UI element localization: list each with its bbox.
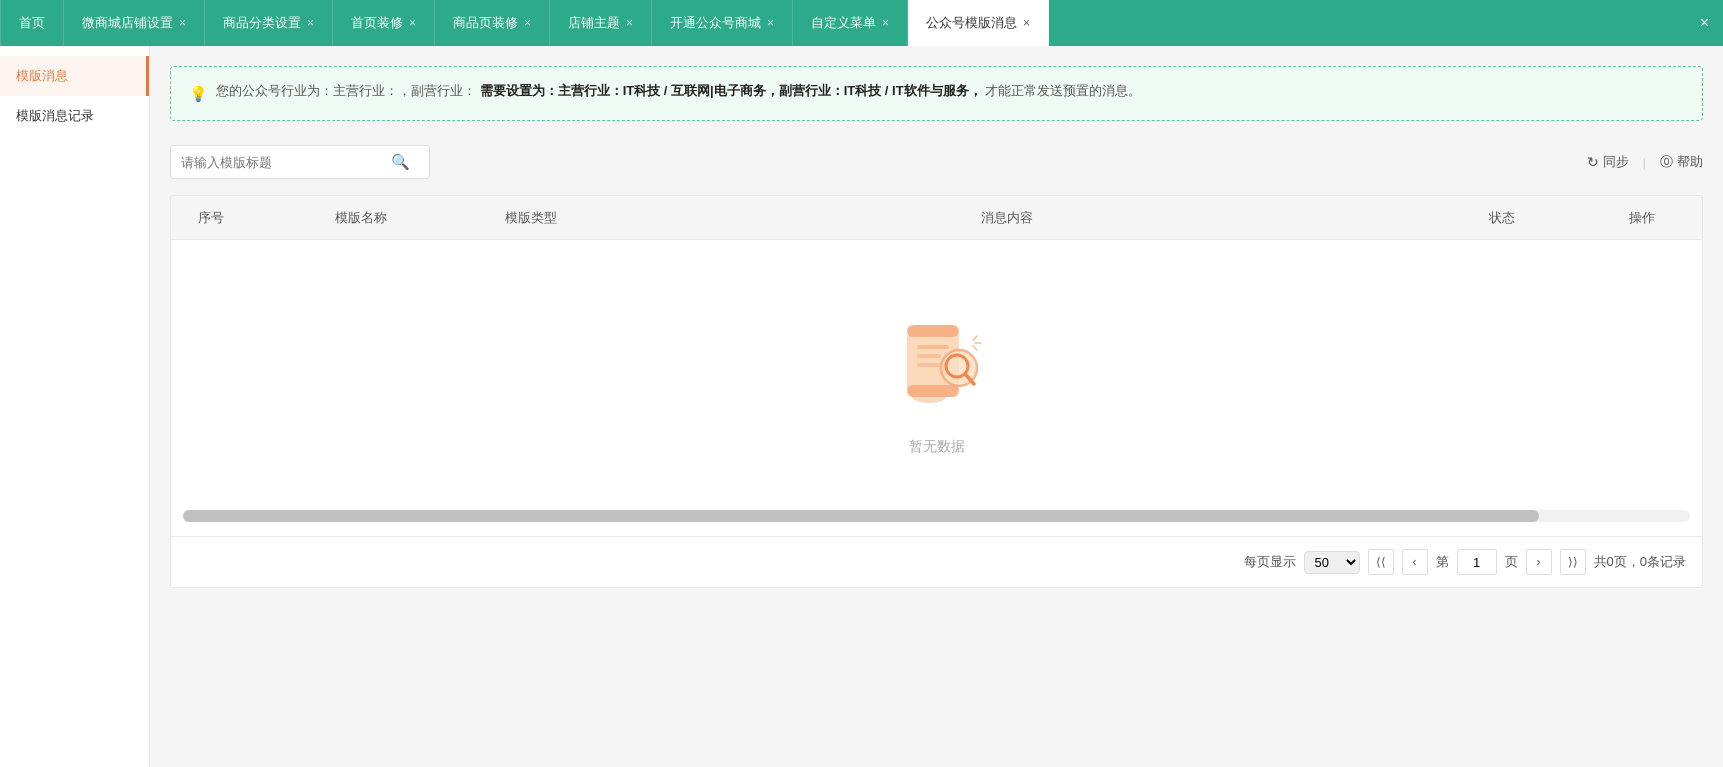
sync-icon: ↻ xyxy=(1587,154,1599,170)
search-bar: 🔍 ↻ 同步 | ⓪ 帮助 xyxy=(170,145,1703,179)
col-type: 模版类型 xyxy=(471,209,591,227)
page-size-label: 每页显示 xyxy=(1244,553,1296,571)
sidebar-item-template-msg-label: 模版消息 xyxy=(16,67,68,85)
svg-rect-2 xyxy=(907,325,959,337)
info-banner-text: 您的公众号行业为：主营行业：，副营行业： 需要设置为：主营行业：IT科技 / 互… xyxy=(216,81,1141,102)
sync-button[interactable]: ↻ 同步 xyxy=(1587,153,1629,171)
info-banner-after: 才能正常发送预置的消息。 xyxy=(985,83,1141,98)
col-status: 状态 xyxy=(1422,209,1582,227)
col-name: 模版名称 xyxy=(251,209,471,227)
bulb-icon: 💡 xyxy=(189,82,208,106)
page-label: 第 xyxy=(1436,553,1449,571)
main-layout: 模版消息 模版消息记录 💡 您的公众号行业为：主营行业：，副营行业： 需要设置为… xyxy=(0,46,1723,767)
svg-line-12 xyxy=(973,346,977,350)
tab-category-label: 商品分类设置 xyxy=(223,14,301,32)
pagination-bar: 每页显示 10 20 50 100 ⟨⟨ ‹ 第 页 › ⟩⟩ 共0页，0条记录 xyxy=(171,536,1702,587)
svg-rect-5 xyxy=(917,354,941,358)
info-banner-highlight: 需要设置为：主营行业：IT科技 / 互联网|电子商务，副营行业：IT科技 / I… xyxy=(480,83,982,98)
info-banner-before: 您的公众号行业为：主营行业：，副营行业： xyxy=(216,83,476,98)
tab-homepage[interactable]: 首页装修 × xyxy=(333,0,435,46)
divider: | xyxy=(1643,155,1646,170)
tab-theme-close[interactable]: × xyxy=(626,16,633,30)
col-seq: 序号 xyxy=(171,209,251,227)
page-number-input[interactable] xyxy=(1457,549,1497,575)
sidebar: 模版消息 模版消息记录 xyxy=(0,46,150,767)
tab-product[interactable]: 商品页装修 × xyxy=(435,0,550,46)
prev-page-button[interactable]: ‹ xyxy=(1402,549,1428,575)
tab-mp-store-close[interactable]: × xyxy=(767,16,774,30)
data-table: 序号 模版名称 模版类型 消息内容 状态 操作 xyxy=(170,195,1703,588)
tab-category-close[interactable]: × xyxy=(307,16,314,30)
help-button[interactable]: ⓪ 帮助 xyxy=(1660,153,1703,171)
sidebar-item-template-msg[interactable]: 模版消息 xyxy=(0,56,149,96)
tab-theme[interactable]: 店铺主题 × xyxy=(550,0,652,46)
scrollbar-thumb[interactable] xyxy=(183,510,1539,522)
svg-line-10 xyxy=(973,336,977,340)
empty-text: 暂无数据 xyxy=(909,438,965,456)
tab-template-msg-label: 公众号模版消息 xyxy=(926,14,1017,32)
help-circle-icon: ⓪ xyxy=(1660,153,1673,171)
horizontal-scrollbar[interactable] xyxy=(183,510,1690,522)
tab-weshop-label: 微商城店铺设置 xyxy=(82,14,173,32)
sidebar-item-template-record[interactable]: 模版消息记录 xyxy=(0,96,149,136)
help-label: 帮助 xyxy=(1677,153,1703,171)
first-page-button[interactable]: ⟨⟨ xyxy=(1368,549,1394,575)
tab-weshop-close[interactable]: × xyxy=(179,16,186,30)
total-label: 共0页，0条记录 xyxy=(1594,553,1686,571)
search-actions: ↻ 同步 | ⓪ 帮助 xyxy=(1587,153,1703,171)
top-nav: 首页 微商城店铺设置 × 商品分类设置 × 首页装修 × 商品页装修 × 店铺主… xyxy=(0,0,1723,46)
tab-template-msg[interactable]: 公众号模版消息 × xyxy=(908,0,1049,46)
close-all-button[interactable]: × xyxy=(1700,14,1709,32)
table-header: 序号 模版名称 模版类型 消息内容 状态 操作 xyxy=(171,196,1702,240)
tab-homepage-label: 首页装修 xyxy=(351,14,403,32)
search-input[interactable] xyxy=(181,155,391,170)
tab-weshop[interactable]: 微商城店铺设置 × xyxy=(64,0,205,46)
tab-home[interactable]: 首页 xyxy=(0,0,64,46)
tab-mp-store[interactable]: 开通公众号商城 × xyxy=(652,0,793,46)
svg-rect-4 xyxy=(917,345,949,349)
tab-theme-label: 店铺主题 xyxy=(568,14,620,32)
tab-mp-store-label: 开通公众号商城 xyxy=(670,14,761,32)
sidebar-item-template-record-label: 模版消息记录 xyxy=(16,107,94,125)
tab-category[interactable]: 商品分类设置 × xyxy=(205,0,333,46)
page-size-select[interactable]: 10 20 50 100 xyxy=(1304,551,1360,574)
tab-template-msg-close[interactable]: × xyxy=(1023,16,1030,30)
search-input-wrap: 🔍 xyxy=(170,145,430,179)
tab-custom-menu-close[interactable]: × xyxy=(882,16,889,30)
col-content: 消息内容 xyxy=(591,209,1422,227)
empty-state: 暂无数据 xyxy=(171,240,1702,496)
tab-custom-menu[interactable]: 自定义菜单 × xyxy=(793,0,908,46)
empty-illustration xyxy=(877,300,997,420)
last-page-button[interactable]: ⟩⟩ xyxy=(1560,549,1586,575)
content-area: 💡 您的公众号行业为：主营行业：，副营行业： 需要设置为：主营行业：IT科技 /… xyxy=(150,46,1723,767)
info-banner: 💡 您的公众号行业为：主营行业：，副营行业： 需要设置为：主营行业：IT科技 /… xyxy=(170,66,1703,121)
col-action: 操作 xyxy=(1582,209,1702,227)
tab-product-close[interactable]: × xyxy=(524,16,531,30)
next-page-button[interactable]: › xyxy=(1526,549,1552,575)
tab-home-label: 首页 xyxy=(19,14,45,32)
tab-custom-menu-label: 自定义菜单 xyxy=(811,14,876,32)
svg-rect-3 xyxy=(907,385,959,397)
page-unit: 页 xyxy=(1505,553,1518,571)
search-icon[interactable]: 🔍 xyxy=(391,153,410,171)
tab-homepage-close[interactable]: × xyxy=(409,16,416,30)
sync-label: 同步 xyxy=(1603,153,1629,171)
tab-product-label: 商品页装修 xyxy=(453,14,518,32)
